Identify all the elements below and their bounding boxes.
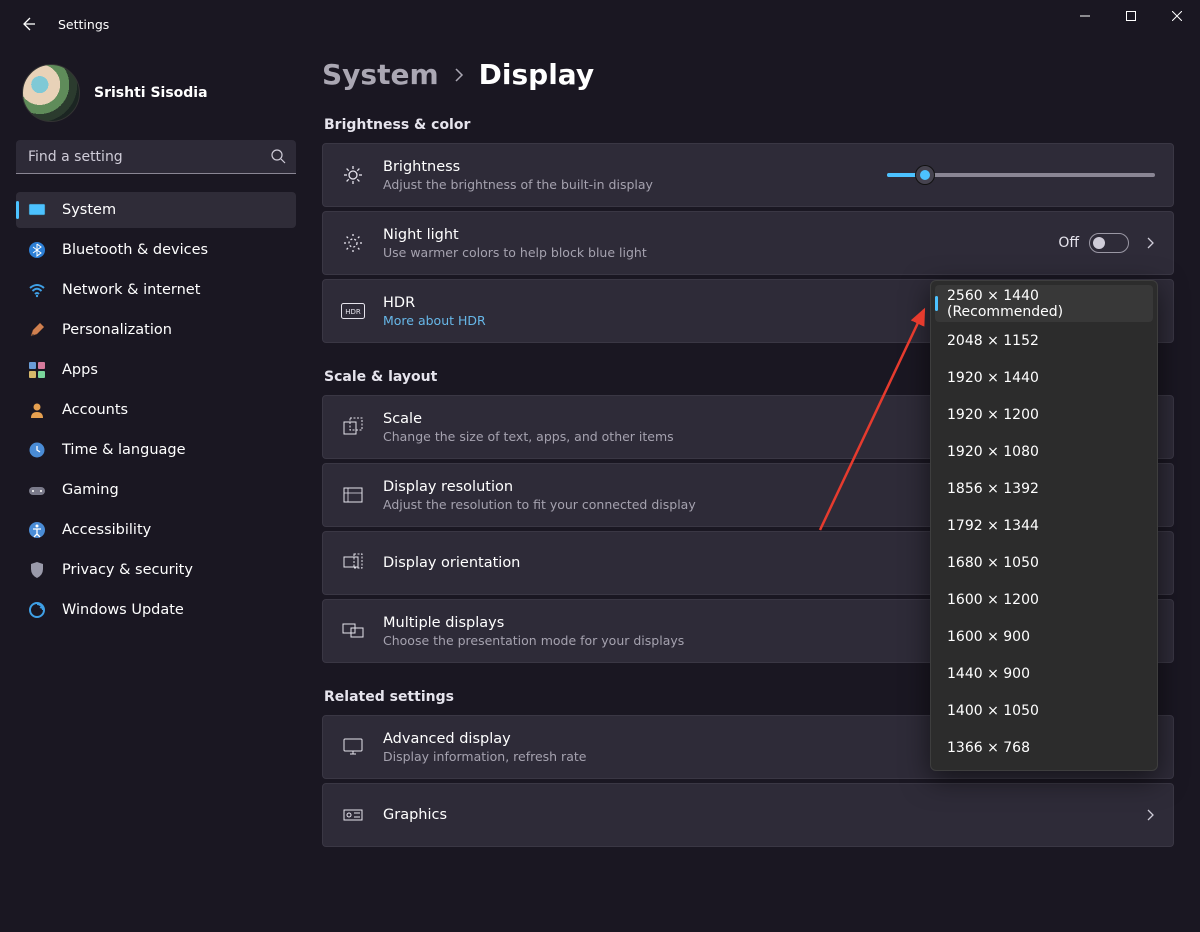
system-icon bbox=[28, 201, 46, 219]
nav-item-network[interactable]: Network & internet bbox=[16, 272, 296, 308]
breadcrumb-parent[interactable]: System bbox=[322, 58, 439, 91]
breadcrumb: System Display bbox=[322, 58, 1174, 113]
minimize-button[interactable] bbox=[1062, 0, 1108, 32]
graphics-icon bbox=[341, 804, 365, 826]
dropdown-item[interactable]: 1600 × 900 bbox=[935, 618, 1153, 655]
nav-label: Time & language bbox=[62, 442, 186, 458]
card-title: Night light bbox=[383, 227, 1040, 243]
nav-label: Apps bbox=[62, 362, 98, 378]
nav-item-system[interactable]: System bbox=[16, 192, 296, 228]
dropdown-item[interactable]: 1856 × 1392 bbox=[935, 470, 1153, 507]
nav-item-apps[interactable]: Apps bbox=[16, 352, 296, 388]
night-light-toggle[interactable] bbox=[1089, 233, 1129, 253]
nav-item-gaming[interactable]: Gaming bbox=[16, 472, 296, 508]
nav-label: Personalization bbox=[62, 322, 172, 338]
chevron-right-icon bbox=[1145, 808, 1155, 822]
apps-icon bbox=[28, 361, 46, 379]
paint-icon bbox=[28, 321, 46, 339]
monitor-icon bbox=[341, 736, 365, 758]
shield-icon bbox=[28, 561, 46, 579]
nav-label: Accessibility bbox=[62, 522, 151, 538]
dropdown-item[interactable]: 1366 × 768 bbox=[935, 729, 1153, 766]
card-title: Graphics bbox=[383, 807, 1121, 823]
nav-label: Privacy & security bbox=[62, 562, 193, 578]
card-brightness[interactable]: Brightness Adjust the brightness of the … bbox=[322, 143, 1174, 207]
dropdown-item[interactable]: 1920 × 1080 bbox=[935, 433, 1153, 470]
night-light-icon bbox=[341, 232, 365, 254]
dropdown-item[interactable]: 1792 × 1344 bbox=[935, 507, 1153, 544]
card-title: Brightness bbox=[383, 159, 869, 175]
maximize-button[interactable] bbox=[1108, 0, 1154, 32]
dropdown-item[interactable]: 2048 × 1152 bbox=[935, 322, 1153, 359]
window-title: Settings bbox=[58, 17, 109, 32]
dropdown-item[interactable]: 1920 × 1200 bbox=[935, 396, 1153, 433]
accessibility-icon bbox=[28, 521, 46, 539]
dropdown-item[interactable]: 1920 × 1440 bbox=[935, 359, 1153, 396]
profile-name: Srishti Sisodia bbox=[94, 85, 208, 101]
nav: System Bluetooth & devices Network & int… bbox=[16, 192, 296, 628]
profile[interactable]: Srishti Sisodia bbox=[16, 58, 296, 140]
nav-label: Windows Update bbox=[62, 602, 184, 618]
dropdown-item[interactable]: 2560 × 1440 (Recommended) bbox=[935, 285, 1153, 322]
nav-item-accessibility[interactable]: Accessibility bbox=[16, 512, 296, 548]
clock-icon bbox=[28, 441, 46, 459]
nav-label: Accounts bbox=[62, 402, 128, 418]
nav-item-accounts[interactable]: Accounts bbox=[16, 392, 296, 428]
sidebar: Srishti Sisodia System Bluetooth & devic… bbox=[0, 48, 312, 932]
svg-text:HDR: HDR bbox=[345, 308, 361, 316]
toggle-label: Off bbox=[1058, 235, 1079, 251]
gamepad-icon bbox=[28, 481, 46, 499]
nav-item-privacy[interactable]: Privacy & security bbox=[16, 552, 296, 588]
nav-item-time-language[interactable]: Time & language bbox=[16, 432, 296, 468]
person-icon bbox=[28, 401, 46, 419]
dropdown-item[interactable]: 1600 × 1200 bbox=[935, 581, 1153, 618]
wifi-icon bbox=[28, 281, 46, 299]
hdr-icon: HDR bbox=[341, 303, 365, 319]
search-icon bbox=[270, 148, 286, 164]
resolution-icon bbox=[341, 484, 365, 506]
scale-icon bbox=[341, 416, 365, 438]
card-night-light[interactable]: Night light Use warmer colors to help bl… bbox=[322, 211, 1174, 275]
card-desc: Adjust the brightness of the built-in di… bbox=[383, 177, 869, 192]
multiple-displays-icon bbox=[341, 620, 365, 642]
search-box[interactable] bbox=[16, 140, 296, 174]
resolution-dropdown[interactable]: 2560 × 1440 (Recommended) 2048 × 1152 19… bbox=[930, 280, 1158, 771]
breadcrumb-current: Display bbox=[479, 58, 594, 91]
title-bar: Settings bbox=[0, 0, 1200, 48]
nav-label: Gaming bbox=[62, 482, 119, 498]
window-controls bbox=[1062, 0, 1200, 32]
search-input[interactable] bbox=[16, 140, 296, 174]
avatar bbox=[22, 64, 80, 122]
nav-item-bluetooth[interactable]: Bluetooth & devices bbox=[16, 232, 296, 268]
nav-label: Network & internet bbox=[62, 282, 200, 298]
chevron-right-icon bbox=[1145, 236, 1155, 250]
nav-item-personalization[interactable]: Personalization bbox=[16, 312, 296, 348]
nav-label: Bluetooth & devices bbox=[62, 242, 208, 258]
back-button[interactable] bbox=[18, 14, 38, 34]
card-desc: Use warmer colors to help block blue lig… bbox=[383, 245, 1040, 260]
chevron-right-icon bbox=[453, 67, 465, 83]
nav-label: System bbox=[62, 202, 116, 218]
card-graphics[interactable]: Graphics bbox=[322, 783, 1174, 847]
brightness-icon bbox=[341, 164, 365, 186]
bluetooth-icon bbox=[28, 241, 46, 259]
update-icon bbox=[28, 601, 46, 619]
dropdown-item[interactable]: 1440 × 900 bbox=[935, 655, 1153, 692]
brightness-slider[interactable] bbox=[887, 173, 1155, 177]
orientation-icon bbox=[341, 552, 365, 574]
nav-item-windows-update[interactable]: Windows Update bbox=[16, 592, 296, 628]
dropdown-item[interactable]: 1400 × 1050 bbox=[935, 692, 1153, 729]
close-button[interactable] bbox=[1154, 0, 1200, 32]
section-brightness-color: Brightness & color bbox=[324, 117, 1174, 133]
dropdown-item[interactable]: 1680 × 1050 bbox=[935, 544, 1153, 581]
